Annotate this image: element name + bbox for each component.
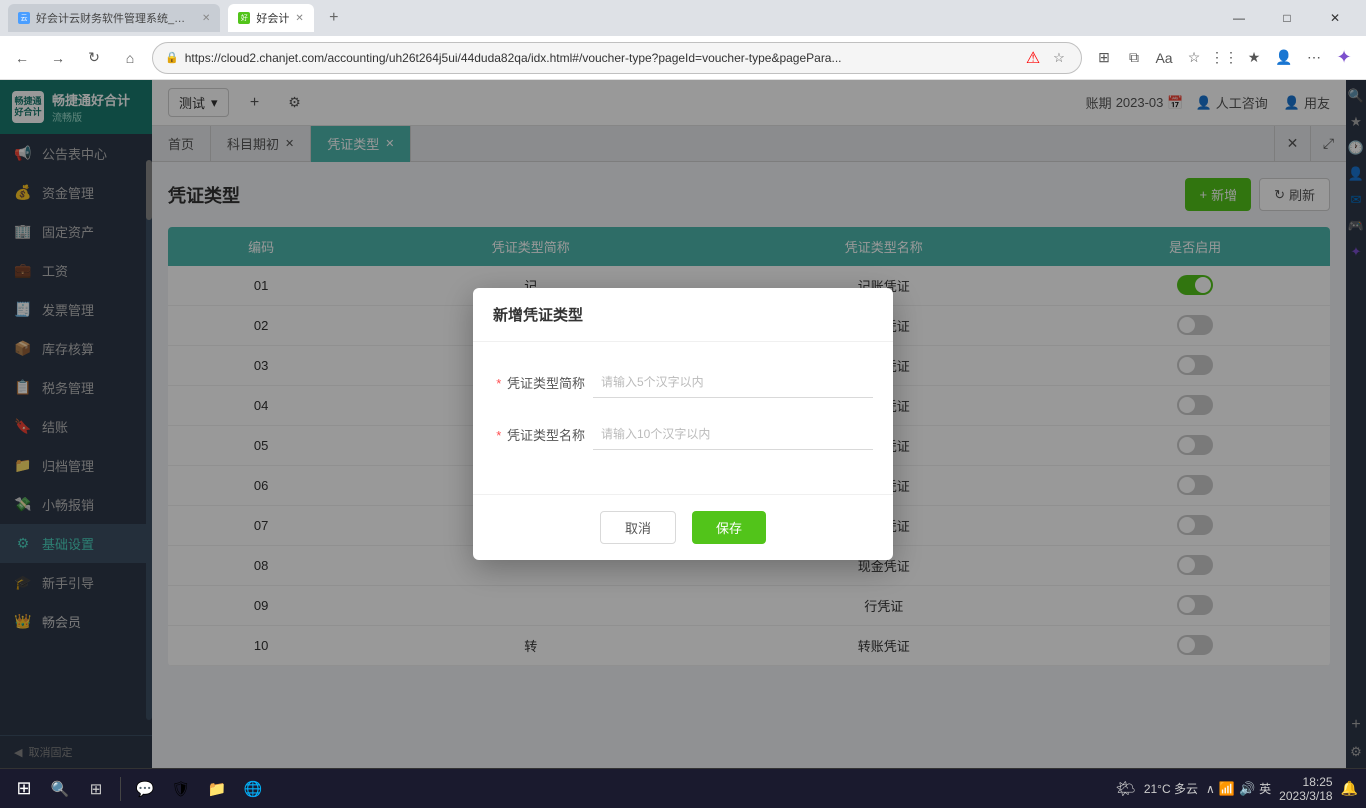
volume-icon: 🔊 <box>1239 781 1255 797</box>
view-icon: ⊞ <box>90 780 103 798</box>
address-box[interactable]: 🔒 https://cloud2.chanjet.com/accounting/… <box>152 42 1082 74</box>
forward-button[interactable]: → <box>44 44 72 72</box>
required-asterisk-name: * <box>496 428 501 443</box>
bookmark-icon[interactable]: ☆ <box>1049 48 1069 68</box>
weather-text: 21°C 多云 <box>1144 780 1198 797</box>
more-icon[interactable]: ⋯ <box>1300 44 1328 72</box>
modal-dialog: 新增凭证类型 * 凭证类型简称 * 凭证类型名称 取消 保存 <box>473 288 893 560</box>
save-button[interactable]: 保存 <box>692 511 766 544</box>
home-button[interactable]: ⌂ <box>116 44 144 72</box>
tab1-favicon: 云 <box>18 12 30 24</box>
start-button[interactable]: ⊞ <box>8 773 40 805</box>
weather-icon: 🌤 <box>1116 779 1136 799</box>
maximize-button[interactable]: □ <box>1264 0 1310 36</box>
address-text: https://cloud2.chanjet.com/accounting/uh… <box>185 51 1023 65</box>
tab2-close[interactable]: ✕ <box>295 13 303 24</box>
notification-button[interactable]: 🔔 <box>1341 780 1358 797</box>
clock-date: 2023/3/18 <box>1279 789 1332 803</box>
close-button[interactable]: ✕ <box>1312 0 1358 36</box>
taskbar-defender[interactable]: 🛡 <box>165 773 197 805</box>
tab-search-icon[interactable]: ⊞ <box>1090 44 1118 72</box>
browser-titlebar: 云 好会计云财务软件管理系统_会计 ✕ 好 好会计 ✕ + — □ ✕ <box>0 0 1366 36</box>
taskbar-view[interactable]: ⊞ <box>80 773 112 805</box>
taskbar-separator <box>120 777 121 801</box>
copilot-icon[interactable]: ✦ <box>1330 44 1358 72</box>
tab1-close[interactable]: ✕ <box>202 13 210 24</box>
browser-controls: 云 好会计云财务软件管理系统_会计 ✕ 好 好会计 ✕ + <box>8 4 348 32</box>
windows-icon: ⊞ <box>16 778 31 799</box>
input-method: 英 <box>1259 780 1271 797</box>
form-label-short: * 凭证类型简称 <box>493 373 593 392</box>
modal-footer: 取消 保存 <box>473 494 893 560</box>
add-favorite-icon[interactable]: ☆ <box>1180 44 1208 72</box>
immersive-reader-icon[interactable]: Aa <box>1150 44 1178 72</box>
cancel-button[interactable]: 取消 <box>600 511 676 544</box>
name-input[interactable] <box>593 418 873 450</box>
minimize-button[interactable]: — <box>1216 0 1262 36</box>
files-icon: 📁 <box>208 780 227 798</box>
taskbar: ⊞ 🔍 ⊞ 💬 🛡 📁 🌐 🌤 21°C 多云 ∧ 📶 🔊 英 18:25 20… <box>0 768 1366 808</box>
form-row-name: * 凭证类型名称 <box>493 418 873 450</box>
search-icon: 🔍 <box>51 780 70 798</box>
taskbar-files[interactable]: 📁 <box>201 773 233 805</box>
taskbar-browser[interactable]: 🌐 <box>237 773 269 805</box>
tray-expand[interactable]: ∧ <box>1206 782 1215 796</box>
modal-body: * 凭证类型简称 * 凭证类型名称 <box>473 342 893 494</box>
collections-icon[interactable]: ⋮⋮ <box>1210 44 1238 72</box>
browser-icon: 🌐 <box>244 780 263 798</box>
taskbar-clock: 18:25 2023/3/18 <box>1279 775 1332 803</box>
short-input[interactable] <box>593 366 873 398</box>
tab2-title: 好会计 <box>256 10 289 26</box>
form-row-short: * 凭证类型简称 <box>493 366 873 398</box>
taskbar-right: 🌤 21°C 多云 ∧ 📶 🔊 英 18:25 2023/3/18 🔔 <box>1116 775 1358 803</box>
window-controls: — □ ✕ <box>1216 0 1358 36</box>
short-label-text: 凭证类型简称 <box>507 376 585 391</box>
new-tab-button[interactable]: + <box>320 4 348 32</box>
modal-overlay: 新增凭证类型 * 凭证类型简称 * 凭证类型名称 取消 保存 <box>0 80 1366 768</box>
address-bar-row: ← → ↻ ⌂ 🔒 https://cloud2.chanjet.com/acc… <box>0 36 1366 80</box>
tab2-favicon: 好 <box>238 12 250 24</box>
chat-icon: 💬 <box>136 780 155 798</box>
system-tray: ∧ 📶 🔊 英 <box>1206 780 1271 797</box>
taskbar-search[interactable]: 🔍 <box>44 773 76 805</box>
name-label-text: 凭证类型名称 <box>507 428 585 443</box>
favorites-icon[interactable]: ★ <box>1240 44 1268 72</box>
back-button[interactable]: ← <box>8 44 36 72</box>
defender-icon: 🛡 <box>171 780 190 798</box>
network-icon: 📶 <box>1219 781 1235 797</box>
toolbar-icons: ⊞ ⧉ Aa ☆ ⋮⋮ ★ 👤 ⋯ ✦ <box>1090 44 1358 72</box>
clock-time: 18:25 <box>1279 775 1332 789</box>
reload-button[interactable]: ↻ <box>80 44 108 72</box>
browser-tab-active[interactable]: 好 好会计 ✕ <box>228 4 313 32</box>
tab1-title: 好会计云财务软件管理系统_会计 <box>36 10 196 26</box>
browser-tab-inactive[interactable]: 云 好会计云财务软件管理系统_会计 ✕ <box>8 4 220 32</box>
split-screen-icon[interactable]: ⧉ <box>1120 44 1148 72</box>
form-label-name: * 凭证类型名称 <box>493 425 593 444</box>
security-icon[interactable]: ⚠ <box>1023 48 1043 68</box>
taskbar-chat[interactable]: 💬 <box>129 773 161 805</box>
modal-title: 新增凭证类型 <box>473 288 893 342</box>
user-profile-icon[interactable]: 👤 <box>1270 44 1298 72</box>
address-icons: ⚠ ☆ <box>1023 48 1069 68</box>
required-asterisk-short: * <box>496 376 501 391</box>
